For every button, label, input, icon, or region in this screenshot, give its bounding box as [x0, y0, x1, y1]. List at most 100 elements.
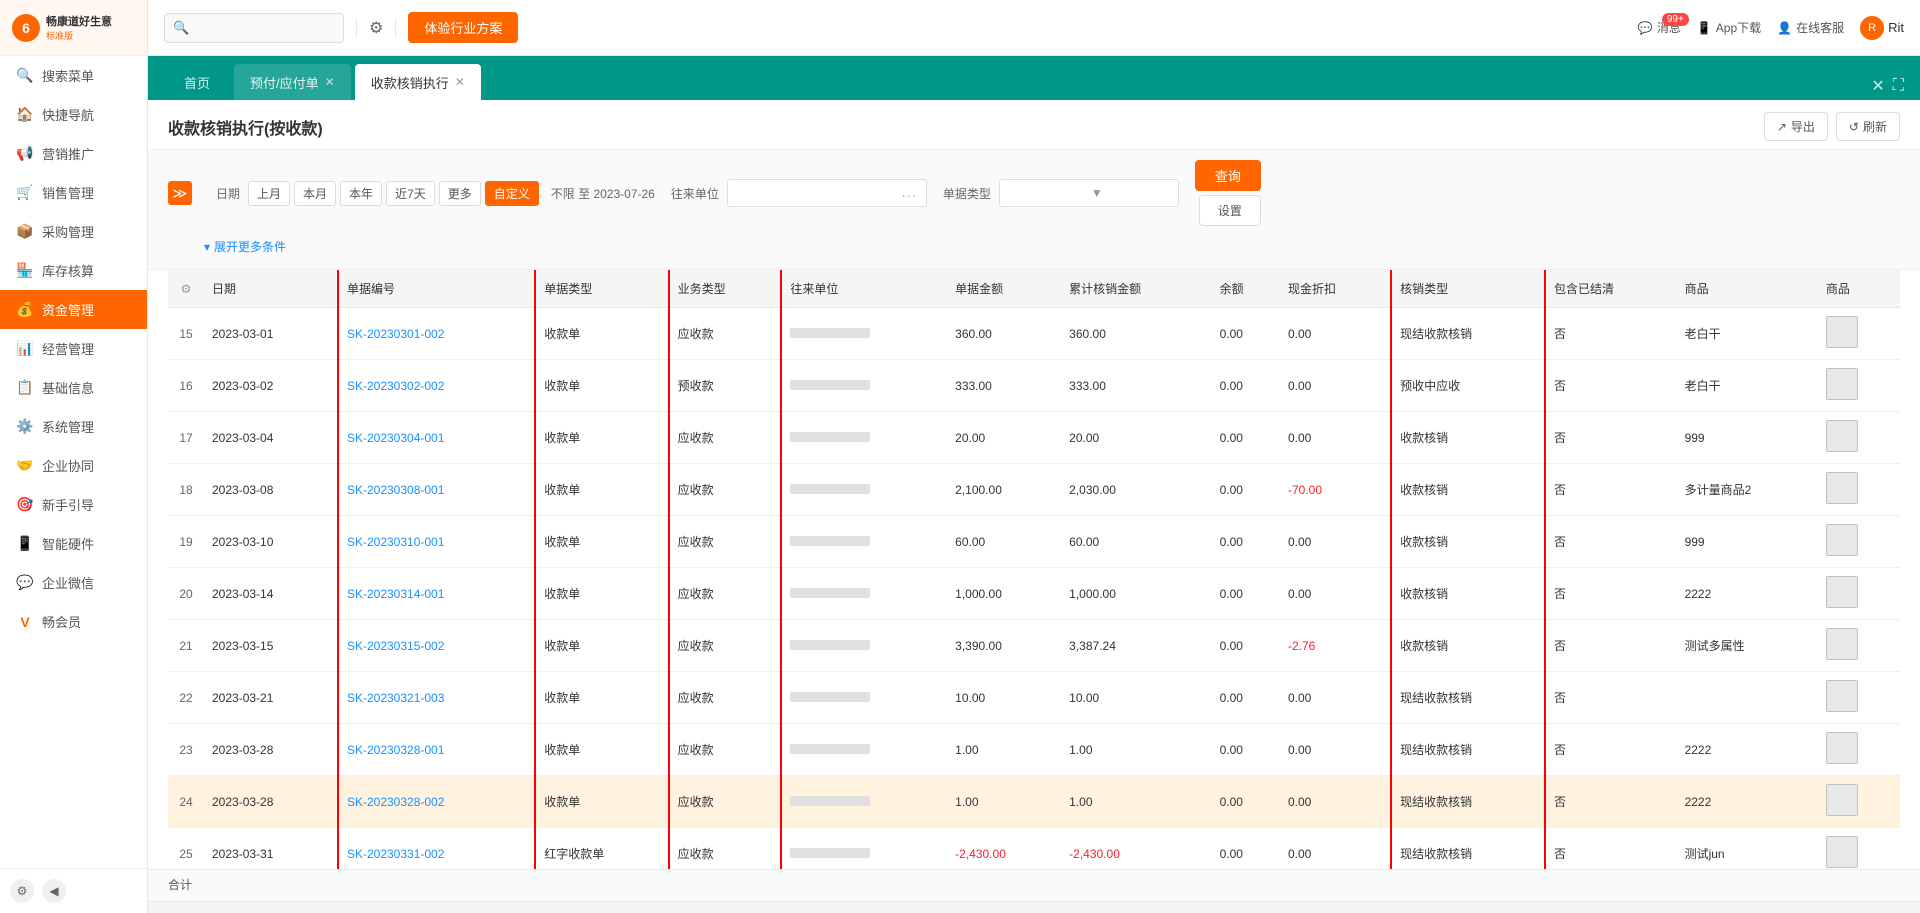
- query-button[interactable]: 查询: [1195, 160, 1261, 191]
- expand-more-btn[interactable]: ▾ 展开更多条件: [204, 234, 1900, 259]
- cell-doctype: 收款单: [535, 412, 668, 464]
- sidebar-item-hardware[interactable]: 📱 智能硬件: [0, 524, 147, 563]
- topbar-search-input[interactable]: [193, 21, 335, 35]
- cell-num: 18: [168, 464, 204, 516]
- sidebar-item-sales[interactable]: 🛒 销售管理: [0, 173, 147, 212]
- cell-goods2: [1818, 464, 1900, 516]
- sidebar-item-inventory[interactable]: 🏪 库存核算: [0, 251, 147, 290]
- tab-collection-close-icon[interactable]: ✕: [455, 75, 465, 89]
- footer-summary: 合计: [168, 878, 192, 892]
- gear-icon[interactable]: ⚙: [369, 18, 383, 38]
- online-service-button[interactable]: 👤 在线客服: [1777, 19, 1844, 36]
- custom-date-btn[interactable]: 自定义: [485, 181, 539, 206]
- collapse-filter-button[interactable]: ≫: [168, 181, 192, 205]
- export-button[interactable]: ↗ 导出: [1764, 112, 1828, 141]
- tab-prepay-close-icon[interactable]: ✕: [325, 75, 335, 89]
- cell-docno: SK-20230304-001: [338, 412, 535, 464]
- sidebar-item-member[interactable]: V 畅会员: [0, 602, 147, 641]
- doc-link[interactable]: SK-20230308-001: [347, 483, 444, 497]
- sidebar-item-quicknav[interactable]: 🏠 快捷导航: [0, 95, 147, 134]
- cell-docno: SK-20230315-002: [338, 620, 535, 672]
- doc-link[interactable]: SK-20230304-001: [347, 431, 444, 445]
- partner-search-input[interactable]: [736, 186, 898, 200]
- sidebar-item-guide[interactable]: 🎯 新手引导: [0, 485, 147, 524]
- sidebar-logo: 6 畅康道好生意 标准版: [0, 0, 147, 56]
- marketing-icon: 📢: [16, 145, 34, 163]
- logo-icon: 6: [12, 14, 40, 42]
- sidebar-item-search[interactable]: 🔍 搜索菜单: [0, 56, 147, 95]
- settings-button[interactable]: 设置: [1199, 195, 1261, 226]
- col-settings-header[interactable]: ⚙: [168, 270, 204, 308]
- filter-partner-group: 往来单位 ...: [671, 179, 927, 207]
- topbar: 🔍 ⚙ 体验行业方案 💬 消息 99+ 📱 App下载 👤 在线客服 R Rit: [148, 0, 1920, 56]
- cell-balance: 0.00: [1212, 568, 1280, 620]
- operations-icon: 📊: [16, 340, 34, 358]
- this-month-btn[interactable]: 本月: [294, 181, 336, 206]
- last-7-btn[interactable]: 近7天: [386, 181, 435, 206]
- chevron-down-icon: ▾: [204, 240, 210, 254]
- sidebar-item-finance[interactable]: 💰 资金管理: [0, 290, 147, 329]
- tab-home[interactable]: 首页: [164, 64, 230, 100]
- doc-link[interactable]: SK-20230314-001: [347, 587, 444, 601]
- tab-prepay[interactable]: 预付/应付单 ✕: [234, 64, 351, 100]
- topbar-search-box[interactable]: 🔍: [164, 13, 344, 43]
- horizontal-scrollbar[interactable]: [148, 901, 1920, 913]
- doc-link[interactable]: SK-20230328-002: [347, 795, 444, 809]
- messages-button[interactable]: 💬 消息 99+: [1638, 19, 1681, 36]
- cell-goods2: [1818, 308, 1900, 360]
- sidebar-item-base[interactable]: 📋 基础信息: [0, 368, 147, 407]
- doc-link[interactable]: SK-20230310-001: [347, 535, 444, 549]
- cell-docno: SK-20230314-001: [338, 568, 535, 620]
- sidebar-item-wechat[interactable]: 💬 企业微信: [0, 563, 147, 602]
- cell-biztype: 应收款: [669, 464, 782, 516]
- sidebar-item-purchase[interactable]: 📦 采购管理: [0, 212, 147, 251]
- cell-discount: 0.00: [1280, 568, 1391, 620]
- sidebar-item-enterprise[interactable]: 🤝 企业协同: [0, 446, 147, 485]
- collapse-sidebar-icon[interactable]: ◀: [42, 879, 66, 903]
- table-row: 19 2023-03-10 SK-20230310-001 收款单 应收款 60…: [168, 516, 1900, 568]
- sidebar: 6 畅康道好生意 标准版 🔍 搜索菜单 🏠 快捷导航 📢 营销推广 🛒 销售管理…: [0, 0, 148, 913]
- cell-verified: -2,430.00: [1061, 828, 1211, 870]
- more-date-btn[interactable]: 更多: [439, 181, 481, 206]
- col-biztype-header: 业务类型: [669, 270, 782, 308]
- cell-docno: SK-20230321-003: [338, 672, 535, 724]
- partner-dots[interactable]: ...: [902, 186, 918, 200]
- topbar-divider2: [395, 18, 396, 38]
- home-icon: 🏠: [16, 106, 34, 124]
- inventory-icon: 🏪: [16, 262, 34, 280]
- cell-partner: [781, 308, 947, 360]
- doctype-select[interactable]: ▼: [999, 179, 1179, 207]
- sidebar-item-system[interactable]: ⚙️ 系统管理: [0, 407, 147, 446]
- app-download-button[interactable]: 📱 App下载: [1697, 19, 1761, 36]
- cell-verified: 360.00: [1061, 308, 1211, 360]
- sidebar-item-operations[interactable]: 📊 经营管理: [0, 329, 147, 368]
- cell-verified: 1.00: [1061, 724, 1211, 776]
- last-month-btn[interactable]: 上月: [248, 181, 290, 206]
- partner-input[interactable]: ...: [727, 179, 927, 207]
- doc-link[interactable]: SK-20230328-001: [347, 743, 444, 757]
- cell-biztype: 预收款: [669, 360, 782, 412]
- cell-included: 否: [1545, 464, 1677, 516]
- doc-link[interactable]: SK-20230302-002: [347, 379, 444, 393]
- tab-expand-icon[interactable]: ⛶: [1893, 77, 1904, 95]
- cell-biztype: 应收款: [669, 308, 782, 360]
- cell-biztype: 应收款: [669, 828, 782, 870]
- sidebar-item-marketing[interactable]: 📢 营销推广: [0, 134, 147, 173]
- settings-bottom-icon[interactable]: ⚙: [10, 879, 34, 903]
- tab-collection[interactable]: 收款核销执行 ✕: [355, 64, 481, 100]
- cell-biztype: 应收款: [669, 516, 782, 568]
- cell-date: 2023-03-14: [204, 568, 338, 620]
- tab-close-icon[interactable]: ✕: [1871, 76, 1884, 96]
- cell-verified: 2,030.00: [1061, 464, 1211, 516]
- user-menu[interactable]: R Rit: [1860, 16, 1904, 40]
- doc-link[interactable]: SK-20230321-003: [347, 691, 444, 705]
- doc-link[interactable]: SK-20230331-002: [347, 847, 444, 861]
- doc-link[interactable]: SK-20230315-002: [347, 639, 444, 653]
- expand-row: ▾ 展开更多条件: [204, 234, 1900, 259]
- this-year-btn[interactable]: 本年: [340, 181, 382, 206]
- cell-partner: [781, 776, 947, 828]
- solution-button[interactable]: 体验行业方案: [408, 12, 518, 43]
- cell-docno: SK-20230331-002: [338, 828, 535, 870]
- refresh-button[interactable]: ↺ 刷新: [1836, 112, 1900, 141]
- doc-link[interactable]: SK-20230301-002: [347, 327, 444, 341]
